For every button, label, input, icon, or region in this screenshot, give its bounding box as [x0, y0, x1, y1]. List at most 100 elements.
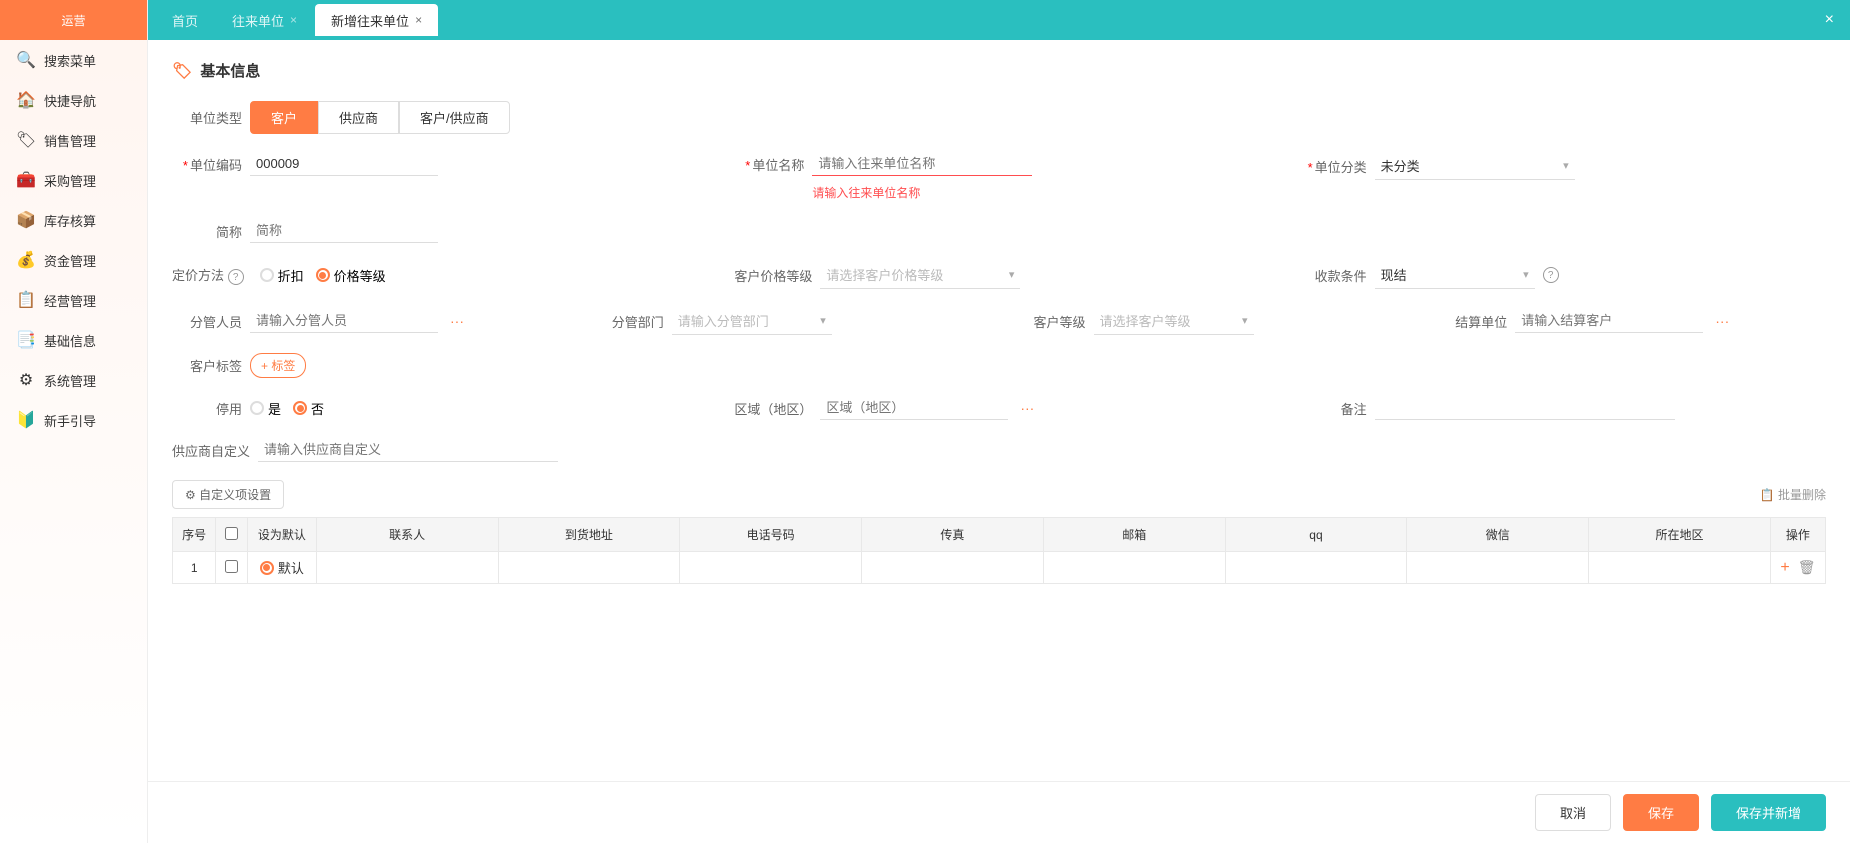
row-checkbox[interactable]	[216, 552, 248, 584]
region-ellipsis[interactable]: ···	[1016, 400, 1038, 416]
sidebar-item-label: 资金管理	[44, 251, 96, 270]
row-checkbox-input[interactable]	[225, 560, 238, 573]
operations-icon: 📋	[16, 290, 36, 310]
radio-discount[interactable]: 折扣	[260, 266, 304, 285]
radio-price-level[interactable]: 价格等级	[316, 266, 386, 285]
payment-help-icon[interactable]: ?	[1543, 267, 1559, 283]
row-add-button[interactable]: +	[1780, 559, 1789, 577]
select-all-checkbox[interactable]	[225, 527, 238, 540]
sidebar-item-inventory[interactable]: 📦 库存核算	[0, 200, 147, 240]
contact-input[interactable]	[325, 561, 490, 575]
notes-input[interactable]	[1375, 396, 1675, 420]
unit-type-btn-both[interactable]: 客户/供应商	[399, 101, 510, 134]
customer-level-label: 客户等级	[1016, 312, 1086, 331]
row-contact[interactable]	[316, 552, 498, 584]
sidebar-item-label: 销售管理	[44, 131, 96, 150]
search-icon: 🔍	[16, 50, 36, 70]
row-no: 1	[173, 552, 216, 584]
unit-type-btn-customer[interactable]: 客户	[250, 101, 318, 134]
payment-terms-select[interactable]: 现结 ▾	[1375, 261, 1535, 289]
unit-category-select[interactable]: 未分类 ▾	[1375, 152, 1575, 180]
customer-level-select[interactable]: 请选择客户等级 ▾	[1094, 307, 1254, 335]
table-row: 1 默认	[173, 552, 1826, 584]
save-button[interactable]: 保存	[1623, 794, 1699, 831]
pricing-method-field: 定价方法 ? 折扣 价格等级	[172, 265, 701, 286]
unit-name-input[interactable]	[812, 152, 1032, 176]
row-fax[interactable]	[862, 552, 1044, 584]
unit-category-field: *单位分类 未分类 ▾	[1297, 152, 1826, 180]
wechat-input[interactable]	[1415, 561, 1580, 575]
email-input[interactable]	[1052, 561, 1217, 575]
department-select[interactable]: 请输入分管部门 ▾	[672, 307, 832, 335]
table-section: ⚙ 自定义项设置 📋 批量删除 序号 设为默认 联系人 到货地址 电话号码 传真…	[172, 480, 1826, 584]
custom-settings-button[interactable]: ⚙ 自定义项设置	[172, 480, 284, 509]
tab-bar-close-all[interactable]: ×	[1817, 7, 1842, 33]
row-actions: + 🗑	[1770, 552, 1825, 584]
row-phone[interactable]	[680, 552, 862, 584]
row-supplier-custom: 供应商自定义	[172, 438, 1826, 462]
col-checkbox[interactable]	[216, 518, 248, 552]
sidebar-item-quick-nav[interactable]: 🏠 快捷导航	[0, 80, 147, 120]
row-region-input[interactable]	[1597, 561, 1762, 575]
row-email[interactable]	[1043, 552, 1225, 584]
supplier-custom-input[interactable]	[258, 438, 558, 462]
chevron-down-icon5: ▾	[1242, 314, 1248, 327]
row-delete-button[interactable]: 🗑	[1798, 559, 1816, 576]
add-tag-button[interactable]: + 标签	[250, 353, 306, 378]
region-input[interactable]	[820, 396, 1008, 420]
radio-yes[interactable]: 是	[250, 399, 281, 418]
tab-partners-close[interactable]: ×	[290, 13, 297, 27]
col-email: 邮箱	[1043, 518, 1225, 552]
sidebar-item-search[interactable]: 🔍 搜索菜单	[0, 40, 147, 80]
row-wechat[interactable]	[1407, 552, 1589, 584]
cancel-button[interactable]: 取消	[1535, 794, 1611, 831]
customer-price-level-select[interactable]: 请选择客户价格等级 ▾	[820, 261, 1020, 289]
sidebar-item-sales[interactable]: 🏷 销售管理	[0, 120, 147, 160]
address-input[interactable]	[507, 561, 672, 575]
batch-delete-btn[interactable]: 📋 批量删除	[1760, 486, 1826, 503]
row-address[interactable]	[498, 552, 680, 584]
unit-code-input[interactable]	[250, 152, 438, 176]
unit-type-btn-supplier[interactable]: 供应商	[318, 101, 399, 134]
phone-input[interactable]	[688, 561, 853, 575]
table-header-row: 序号 设为默认 联系人 到货地址 电话号码 传真 邮箱 qq 微信 所在地区 操…	[173, 518, 1826, 552]
col-actions: 操作	[1770, 518, 1825, 552]
qq-input[interactable]	[1234, 561, 1399, 575]
sidebar-item-guide[interactable]: 🔰 新手引导	[0, 400, 147, 440]
sidebar-item-basic[interactable]: 📑 基础信息	[0, 320, 147, 360]
inventory-icon: 📦	[16, 210, 36, 230]
col-address: 到货地址	[498, 518, 680, 552]
short-name-input[interactable]	[250, 219, 438, 243]
short-name-field: 简称	[172, 219, 1826, 243]
unit-name-error: 请输入往来单位名称	[812, 186, 920, 200]
sidebar-item-label: 新手引导	[44, 411, 96, 430]
row-action-btns: + 🗑	[1779, 559, 1817, 577]
department-placeholder: 请输入分管部门	[678, 311, 820, 330]
tab-new-partner[interactable]: 新增往来单位 ×	[315, 4, 438, 36]
unit-name-field: *单位名称 请输入往来单位名称	[734, 152, 1263, 201]
tab-home[interactable]: 首页	[156, 4, 214, 36]
settlement-unit-input[interactable]	[1515, 309, 1703, 333]
pricing-help-icon[interactable]: ?	[228, 269, 244, 285]
row-default-radio[interactable]: 默认	[256, 558, 308, 577]
row-qq[interactable]	[1225, 552, 1407, 584]
sidebar-item-system[interactable]: ⚙ 系统管理	[0, 360, 147, 400]
manager-input[interactable]	[250, 309, 438, 333]
save-and-new-button[interactable]: 保存并新增	[1711, 794, 1826, 831]
fax-input[interactable]	[870, 561, 1035, 575]
sidebar-item-operations[interactable]: 📋 经营管理	[0, 280, 147, 320]
manager-ellipsis[interactable]: ···	[446, 313, 468, 329]
manager-field: 分管人员 ···	[172, 309, 561, 333]
settlement-ellipsis[interactable]: ···	[1711, 313, 1733, 329]
chevron-down-icon3: ▾	[1523, 268, 1529, 281]
sidebar-item-label: 快捷导航	[44, 91, 96, 110]
sidebar-item-purchase[interactable]: 🧰 采购管理	[0, 160, 147, 200]
sidebar-item-label: 库存核算	[44, 211, 96, 230]
radio-no[interactable]: 否	[293, 399, 324, 418]
tab-partners[interactable]: 往来单位 ×	[216, 4, 313, 36]
sidebar-item-finance[interactable]: 💰 资金管理	[0, 240, 147, 280]
footer: 取消 保存 保存并新增	[148, 781, 1850, 843]
radio-yes-circle	[250, 401, 264, 415]
row-region[interactable]	[1589, 552, 1771, 584]
tab-new-partner-close[interactable]: ×	[415, 13, 422, 27]
